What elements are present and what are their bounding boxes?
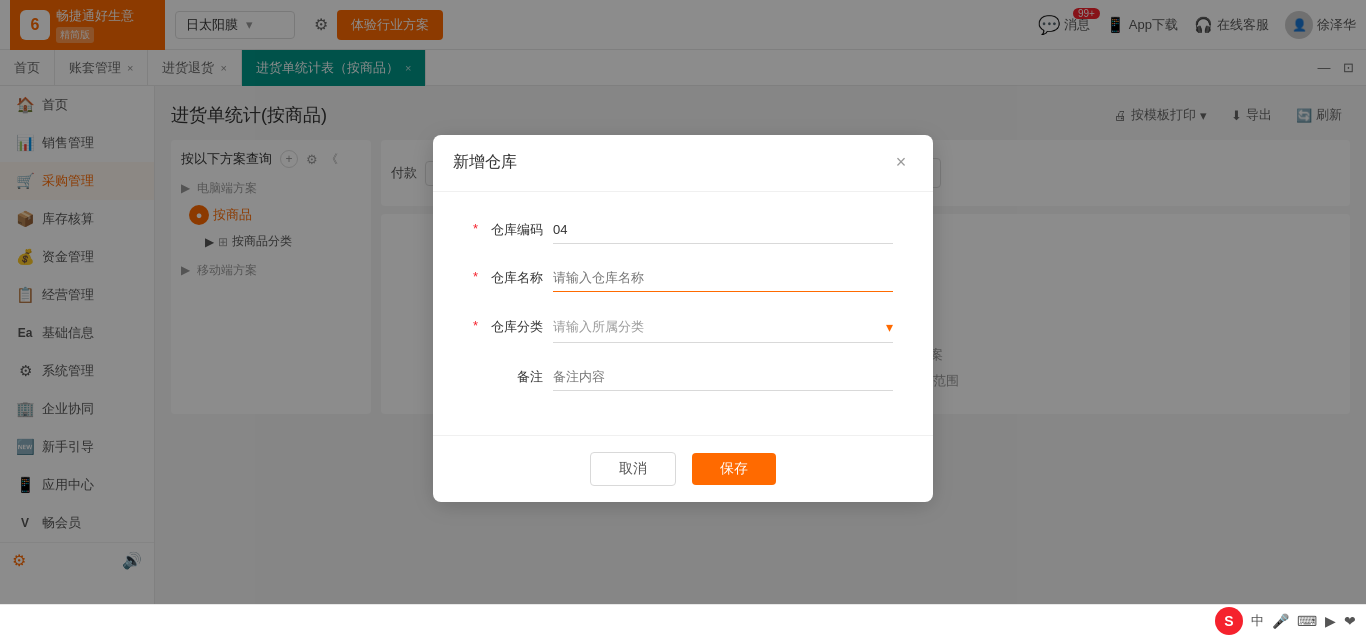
dialog-body: 仓库编码 仓库名称 仓库分类 请输入所属分类 ▾ 备注 [433,192,933,435]
cancel-btn[interactable]: 取消 [590,452,676,486]
code-label: 仓库编码 [473,221,553,239]
form-row-name: 仓库名称 [473,264,893,292]
overlay[interactable]: 新增仓库 × 仓库编码 仓库名称 仓库分类 请输入所属分类 ▾ [0,0,1366,636]
form-row-code: 仓库编码 [473,216,893,244]
dialog-footer: 取消 保存 [433,435,933,502]
category-select[interactable]: 请输入所属分类 ▾ [553,312,893,343]
dialog-title: 新增仓库 [453,152,517,173]
dialog-header: 新增仓库 × [433,135,933,192]
s-logo: S [1215,607,1243,635]
mic-icon[interactable]: 🎤 [1272,613,1289,629]
name-label: 仓库名称 [473,269,553,287]
chinese-input-icon[interactable]: 中 [1251,612,1264,630]
remark-input[interactable] [553,363,893,391]
form-row-remark: 备注 [473,363,893,391]
category-label: 仓库分类 [473,318,553,336]
category-placeholder: 请输入所属分类 [553,318,644,336]
save-btn[interactable]: 保存 [692,453,776,485]
keyboard-icon[interactable]: ⌨ [1297,613,1317,629]
code-input[interactable] [553,216,893,244]
dialog-new-warehouse: 新增仓库 × 仓库编码 仓库名称 仓库分类 请输入所属分类 ▾ [433,135,933,502]
bottom-bar: S 中 🎤 ⌨ ▶ ❤ [0,604,1366,636]
heart-icon[interactable]: ❤ [1344,613,1356,629]
form-row-category: 仓库分类 请输入所属分类 ▾ [473,312,893,343]
settings-bottom-icon[interactable]: ▶ [1325,613,1336,629]
name-input[interactable] [553,264,893,292]
dialog-close-btn[interactable]: × [889,151,913,175]
category-dropdown-arrow: ▾ [886,319,893,335]
remark-label: 备注 [473,368,553,386]
